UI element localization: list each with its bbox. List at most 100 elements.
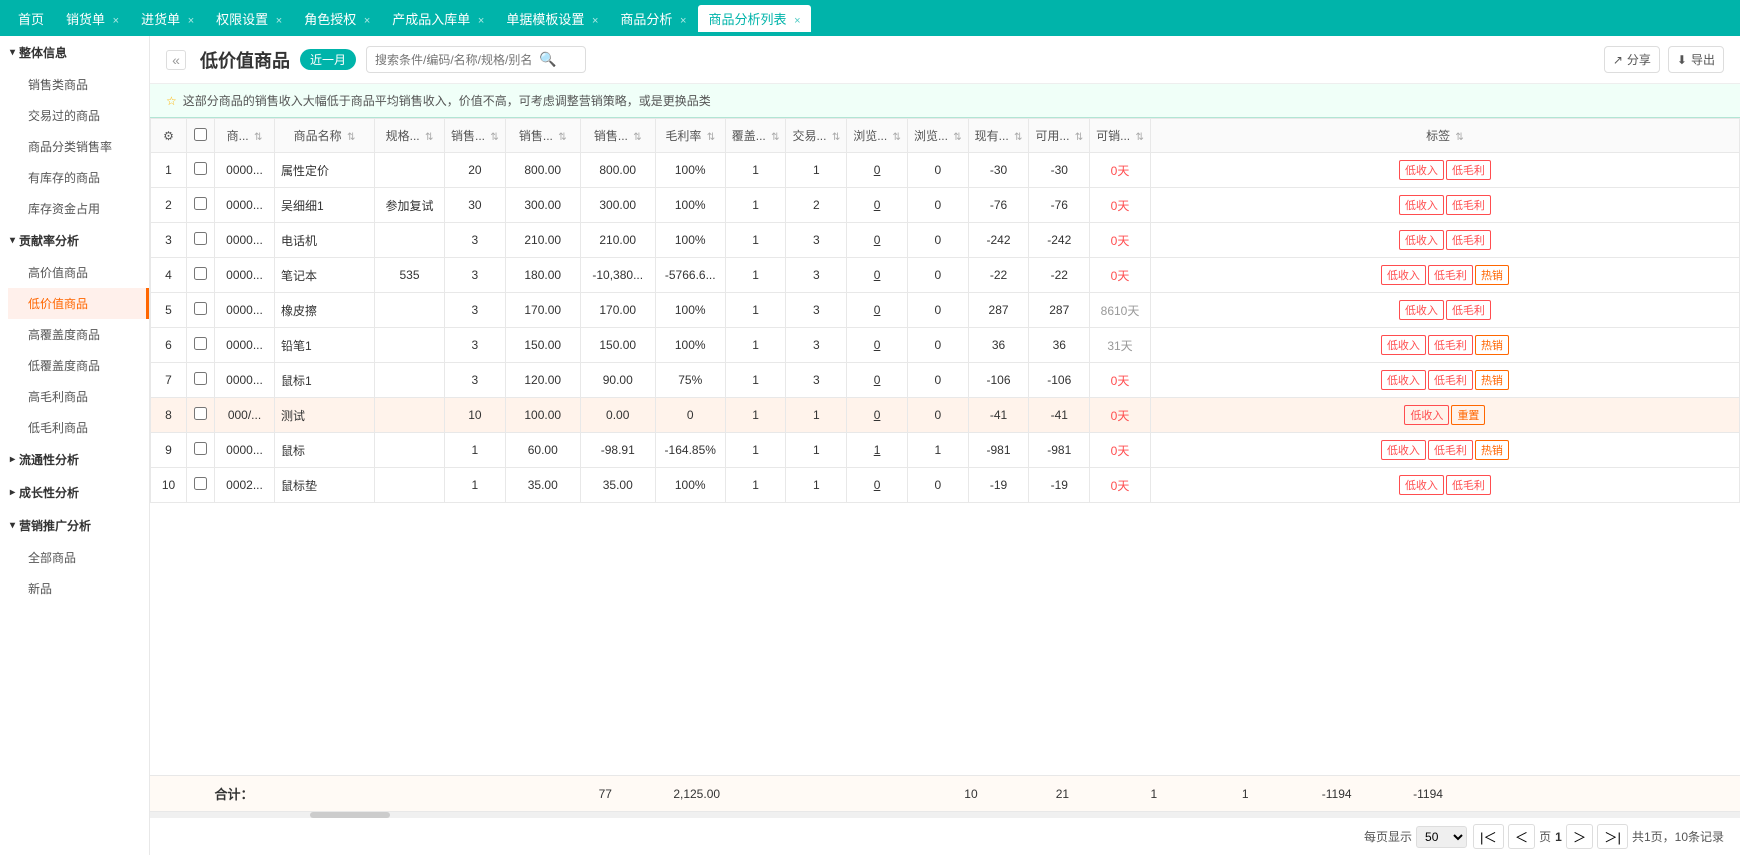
browse-link[interactable]: 0 (874, 163, 881, 177)
row-name[interactable]: 鼠标垫 (275, 468, 375, 503)
browse-link[interactable]: 0 (874, 198, 881, 212)
close-icon[interactable]: × (592, 15, 598, 27)
close-icon[interactable]: × (364, 15, 370, 27)
code-col-header[interactable]: 商... ⇅ (215, 119, 275, 153)
sellable-col-header[interactable]: 可销... ⇅ (1090, 119, 1151, 153)
collapse-sidebar-button[interactable]: « (166, 50, 186, 70)
sidebar-item-high-coverage[interactable]: 高覆盖度商品 (8, 319, 149, 350)
row-checkbox[interactable] (187, 398, 215, 433)
row-browse1[interactable]: 0 (847, 363, 908, 398)
sidebar-item-stock-capital[interactable]: 库存资金占用 (8, 193, 149, 224)
sidebar-section-overall[interactable]: ▾ 整体信息 (0, 36, 149, 69)
row-browse1[interactable]: 0 (847, 188, 908, 223)
row-select-checkbox[interactable] (194, 197, 207, 210)
browse-link[interactable]: 0 (874, 373, 881, 387)
row-name[interactable]: 鼠标 (275, 433, 375, 468)
nav-tab-purchase[interactable]: 进货单 × (131, 5, 204, 32)
prev-page-button[interactable]: ＜ (1508, 824, 1535, 849)
checkbox-col-header[interactable] (187, 119, 215, 153)
row-checkbox[interactable] (187, 188, 215, 223)
row-browse1[interactable]: 0 (847, 258, 908, 293)
current-col-header[interactable]: 现有... ⇅ (968, 119, 1029, 153)
next-page-button[interactable]: ＞ (1566, 824, 1593, 849)
search-input[interactable] (375, 53, 535, 67)
row-checkbox[interactable] (187, 433, 215, 468)
sidebar-section-circulation[interactable]: ▸ 流通性分析 (0, 443, 149, 476)
close-icon[interactable]: × (276, 15, 282, 27)
last-page-button[interactable]: ＞| (1597, 824, 1628, 849)
filter-tag-recent-month[interactable]: 近一月 (300, 49, 356, 70)
row-browse1[interactable]: 1 (847, 433, 908, 468)
row-browse1[interactable]: 0 (847, 223, 908, 258)
share-button[interactable]: ↗ 分享 (1604, 46, 1660, 73)
browse-link[interactable]: 1 (874, 443, 881, 457)
first-page-button[interactable]: |＜ (1473, 824, 1504, 849)
select-all-checkbox[interactable] (194, 128, 207, 141)
row-name[interactable]: 测试 (275, 398, 375, 433)
row-checkbox[interactable] (187, 328, 215, 363)
row-name[interactable]: 橡皮擦 (275, 293, 375, 328)
row-name[interactable]: 吴细细1 (275, 188, 375, 223)
sidebar-item-low-margin[interactable]: 低毛利商品 (8, 412, 149, 443)
per-page-select[interactable]: 50 20 100 (1416, 826, 1467, 848)
trade-col-header[interactable]: 交易... ⇅ (786, 119, 847, 153)
sidebar-section-growth[interactable]: ▸ 成长性分析 (0, 476, 149, 509)
row-name[interactable]: 属性定价 (275, 153, 375, 188)
nav-tab-role[interactable]: 角色授权 × (294, 5, 380, 32)
close-icon[interactable]: × (478, 15, 484, 27)
row-browse1[interactable]: 0 (847, 153, 908, 188)
row-checkbox[interactable] (187, 153, 215, 188)
nav-tab-analysis-list[interactable]: 商品分析列表 × (698, 5, 810, 32)
row-select-checkbox[interactable] (194, 372, 207, 385)
row-select-checkbox[interactable] (194, 232, 207, 245)
sidebar-item-all-products[interactable]: 全部商品 (8, 542, 149, 573)
spec-col-header[interactable]: 规格... ⇅ (375, 119, 445, 153)
sidebar-item-traded-products[interactable]: 交易过的商品 (8, 100, 149, 131)
margin-col-header[interactable]: 毛利率 ⇅ (655, 119, 725, 153)
row-name[interactable]: 电话机 (275, 223, 375, 258)
sidebar-item-high-margin[interactable]: 高毛利商品 (8, 381, 149, 412)
row-name[interactable]: 铅笔1 (275, 328, 375, 363)
nav-tab-product[interactable]: 产成品入库单 × (382, 5, 494, 32)
row-checkbox[interactable] (187, 363, 215, 398)
nav-tab-permission[interactable]: 权限设置 × (206, 5, 292, 32)
row-checkbox[interactable] (187, 468, 215, 503)
nav-tab-sales[interactable]: 销货单 × (56, 5, 129, 32)
row-browse1[interactable]: 0 (847, 293, 908, 328)
sidebar-item-high-value[interactable]: 高价值商品 (8, 257, 149, 288)
sale3-col-header[interactable]: 销售... ⇅ (580, 119, 655, 153)
browse-link[interactable]: 0 (874, 303, 881, 317)
close-icon[interactable]: × (188, 15, 194, 27)
row-select-checkbox[interactable] (194, 407, 207, 420)
sale2-col-header[interactable]: 销售... ⇅ (505, 119, 580, 153)
sidebar-item-low-value[interactable]: 低价值商品 (8, 288, 149, 319)
browse-link[interactable]: 0 (874, 233, 881, 247)
close-icon[interactable]: × (794, 15, 800, 27)
row-select-checkbox[interactable] (194, 477, 207, 490)
browse-link[interactable]: 0 (874, 268, 881, 282)
cover-col-header[interactable]: 覆盖... ⇅ (725, 119, 786, 153)
row-browse1[interactable]: 0 (847, 328, 908, 363)
sidebar-section-contribution[interactable]: ▾ 贡献率分析 (0, 224, 149, 257)
name-col-header[interactable]: 商品名称 ⇅ (275, 119, 375, 153)
row-select-checkbox[interactable] (194, 162, 207, 175)
nav-tab-template[interactable]: 单据模板设置 × (496, 5, 608, 32)
sidebar-item-category-sales-rate[interactable]: 商品分类销售率 (8, 131, 149, 162)
row-browse1[interactable]: 0 (847, 468, 908, 503)
row-checkbox[interactable] (187, 223, 215, 258)
row-name[interactable]: 鼠标1 (275, 363, 375, 398)
browse-link[interactable]: 0 (874, 408, 881, 422)
nav-tab-analysis[interactable]: 商品分析 × (610, 5, 696, 32)
row-select-checkbox[interactable] (194, 302, 207, 315)
row-select-checkbox[interactable] (194, 442, 207, 455)
browse-link[interactable]: 0 (874, 338, 881, 352)
row-checkbox[interactable] (187, 293, 215, 328)
settings-col-header[interactable]: ⚙ (151, 119, 187, 153)
sale1-col-header[interactable]: 销售... ⇅ (445, 119, 506, 153)
close-icon[interactable]: × (113, 15, 119, 27)
row-checkbox[interactable] (187, 258, 215, 293)
close-icon[interactable]: × (680, 15, 686, 27)
sidebar-item-new-products[interactable]: 新品 (8, 573, 149, 604)
sidebar-item-low-coverage[interactable]: 低覆盖度商品 (8, 350, 149, 381)
row-name[interactable]: 笔记本 (275, 258, 375, 293)
